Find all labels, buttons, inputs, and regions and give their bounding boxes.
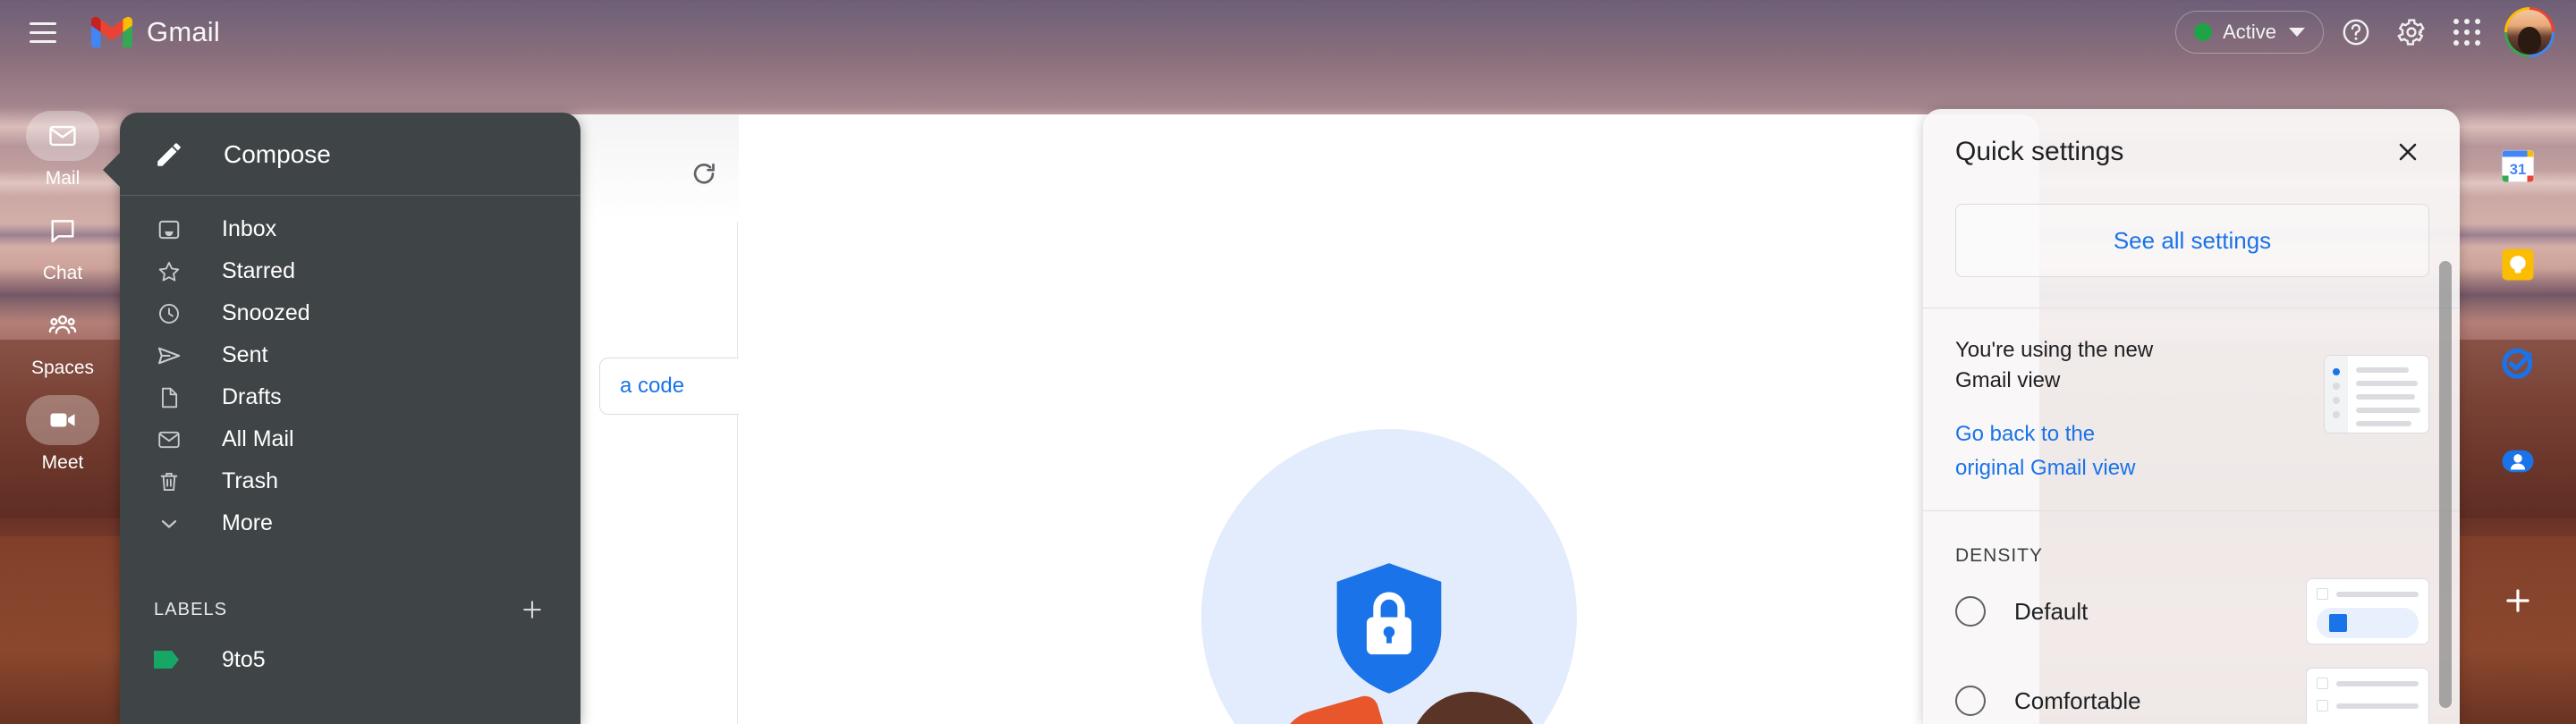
sidebar-item-label: Spaces [30, 358, 95, 378]
nav-item-label: Drafts [222, 384, 282, 409]
google-calendar-icon[interactable]: 31 [2495, 143, 2541, 189]
app-header: Gmail Active [0, 0, 2576, 64]
plus-icon[interactable] [514, 592, 550, 627]
gmail-view-text: You're using the new Gmail view Go back … [1955, 335, 2324, 484]
header-actions: Active [2175, 7, 2555, 57]
meet-camera-icon [26, 395, 99, 445]
app-title: Gmail [147, 16, 220, 47]
label-item-9to5[interactable]: 9to5 [120, 637, 580, 682]
security-illustration [1201, 429, 1577, 724]
density-thumbnail-default [2306, 578, 2429, 645]
nav-item-inbox[interactable]: Inbox [120, 208, 580, 250]
avatar-image [2507, 10, 2552, 55]
density-title: DENSITY [1955, 545, 2044, 567]
brand: Gmail [91, 16, 220, 48]
mail-icon [26, 111, 99, 161]
lock-shield-icon [1336, 563, 1442, 694]
view-note-line2: Gmail view [1955, 368, 2061, 393]
nav-item-sent[interactable]: Sent [120, 334, 580, 376]
svg-text:31: 31 [2510, 161, 2526, 178]
go-back-link-line2[interactable]: original Gmail view [1955, 453, 2324, 484]
status-selector[interactable]: Active [2175, 11, 2324, 54]
plus-icon[interactable] [2495, 577, 2541, 624]
gmail-logo-icon [91, 16, 132, 48]
density-option-label: Default [2014, 597, 2089, 625]
sidebar-item-label: Mail [45, 168, 80, 189]
nav-item-label: More [222, 510, 273, 535]
label-color-chip [154, 651, 179, 669]
illustration-hand-left [1270, 693, 1397, 724]
gear-icon[interactable] [2388, 9, 2435, 55]
gmail-view-thumbnail [2324, 355, 2429, 434]
star-icon [154, 259, 184, 284]
compose-label: Compose [224, 140, 331, 168]
illustration-circle [1201, 429, 1577, 724]
radio-icon[interactable] [1955, 686, 1986, 717]
apps-grid-dots [2453, 19, 2480, 46]
hamburger-menu-icon[interactable] [21, 11, 64, 54]
density-option-comfortable[interactable]: Comfortable [1923, 656, 2460, 724]
density-option-label: Comfortable [2014, 686, 2141, 714]
menu-divider [120, 195, 580, 196]
envelope-icon [154, 427, 184, 452]
clock-icon [154, 301, 184, 326]
avatar[interactable] [2504, 7, 2555, 57]
radio-icon[interactable] [1955, 596, 1986, 627]
nav-item-label: Inbox [222, 216, 277, 241]
status-label: Active [2223, 21, 2276, 43]
pencil-icon [157, 143, 181, 166]
status-dot-icon [2194, 23, 2213, 41]
send-icon [154, 342, 184, 369]
labels-title: LABELS [154, 599, 228, 619]
nav-item-label: Sent [222, 342, 268, 367]
nav-item-drafts[interactable]: Drafts [120, 376, 580, 418]
sidebar-item-meet[interactable]: Meet [0, 395, 125, 474]
gmail-view-section: You're using the new Gmail view Go back … [1923, 308, 2460, 484]
inbox-icon [154, 217, 184, 242]
nav-item-label: All Mail [222, 426, 294, 451]
nav-item-more[interactable]: More [120, 502, 580, 544]
labels-section-header: LABELS [120, 591, 580, 628]
sidebar-item-label: Meet [41, 452, 84, 473]
thumbnail-sidebar [2325, 356, 2348, 433]
nav-item-label: Snoozed [222, 300, 310, 325]
navigation-menu-overlay: Compose Inbox Starred Snoozed Sent Draft… [103, 113, 580, 724]
nav-item-all-mail[interactable]: All Mail [120, 418, 580, 460]
scrollbar[interactable] [2439, 261, 2452, 708]
view-note-line1: You're using the new [1955, 338, 2154, 362]
see-all-settings-button[interactable]: See all settings [1955, 204, 2429, 277]
density-thumbnail-comfortable [2306, 668, 2429, 724]
label-item-label: 9to5 [222, 646, 266, 672]
quick-settings-panel: Quick settings See all settings You're u… [1923, 109, 2460, 724]
help-icon[interactable] [2333, 9, 2379, 55]
close-icon[interactable] [2386, 130, 2429, 173]
nav-item-label: Trash [222, 468, 278, 493]
chevron-down-icon [2289, 28, 2305, 37]
quick-settings-header: Quick settings [1923, 109, 2460, 195]
refresh-icon[interactable] [680, 150, 728, 198]
page-title: Quick settings [1955, 137, 2124, 166]
sidebar-item-label: Chat [42, 263, 83, 283]
chat-icon [26, 206, 99, 256]
density-option-default[interactable]: Default [1923, 567, 2460, 656]
document-icon [154, 385, 184, 410]
spaces-icon [26, 300, 99, 350]
google-keep-icon[interactable] [2495, 241, 2541, 288]
sidebar-item-spaces[interactable]: Spaces [0, 300, 125, 379]
google-contacts-icon[interactable] [2495, 438, 2541, 484]
nav-item-snoozed[interactable]: Snoozed [120, 292, 580, 334]
nav-item-label: Starred [222, 258, 295, 283]
google-apps-side-panel: 31 [2460, 114, 2576, 724]
sidebar-item-chat[interactable]: Chat [0, 206, 125, 284]
trash-icon [154, 469, 184, 494]
chevron-down-icon [154, 511, 184, 536]
nav-item-starred[interactable]: Starred [120, 250, 580, 292]
go-back-link-line1[interactable]: Go back to the [1955, 419, 2324, 450]
apps-grid-icon[interactable] [2444, 9, 2490, 55]
google-tasks-icon[interactable] [2495, 340, 2541, 386]
nav-item-trash[interactable]: Trash [120, 460, 580, 502]
compose-button[interactable]: Compose [120, 120, 580, 189]
reading-pane [739, 114, 2039, 724]
thumbnail-rows [2348, 356, 2428, 433]
